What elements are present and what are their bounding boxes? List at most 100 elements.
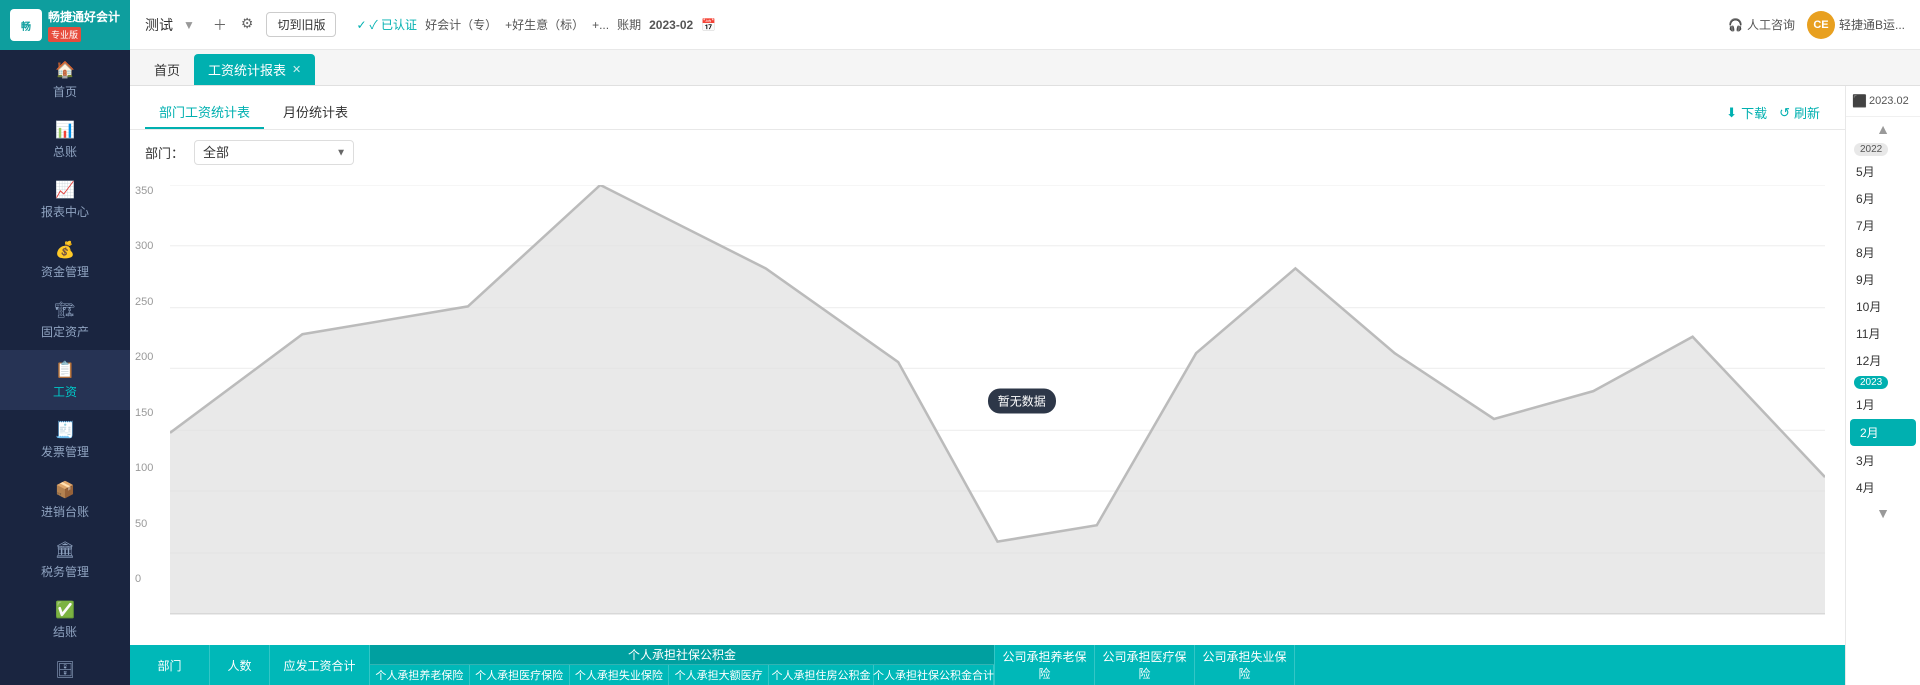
sidebar-label-salary: 工资 <box>53 383 77 400</box>
table-col-部门: 部门 <box>130 645 210 685</box>
right-date-panel: ⬛ 2023.02 ▲ 2022 5月6月7月8月9月10月11月12月 2023 1… <box>1845 86 1920 685</box>
tab-salary-report[interactable]: 工资统计报表 ✕ <box>194 54 315 85</box>
add-icon[interactable]: ＋ <box>210 12 230 38</box>
year-2023-badge: 2023 <box>1854 376 1888 389</box>
logo-badge: 专业版 <box>48 27 81 42</box>
user-name: 轻捷通B运... <box>1839 16 1905 33</box>
month-item[interactable]: 11月 <box>1846 320 1920 347</box>
user-menu[interactable]: CE 轻捷通B运... <box>1807 11 1905 39</box>
sidebar-icon-archive: 🗄 <box>55 660 75 680</box>
group-col-个人承担社保公积金合计: 个人承担社保公积金合计 <box>874 665 994 685</box>
table-col-after-公司承担养老保险: 公司承担养老保险 <box>995 645 1095 685</box>
group-col-个人承担住房公积金: 个人承担住房公积金 <box>769 665 874 685</box>
header-actions: ⬇ 下载 ↺ 刷新 <box>1726 96 1830 129</box>
group-col-个人承担医疗保险: 个人承担医疗保险 <box>470 665 570 685</box>
sidebar-logo: 畅 畅捷通好会计 专业版 <box>0 0 130 50</box>
date-panel-header: ⬛ 2023.02 <box>1846 86 1920 117</box>
refresh-icon: ↺ <box>1779 105 1790 121</box>
dept-select-wrapper: 全部财务部销售部人事部技术部 <box>194 140 354 165</box>
sidebar-label-reports: 报表中心 <box>41 203 89 220</box>
more-status: +... <box>592 18 609 32</box>
topbar-arrow[interactable]: ▼ <box>183 18 195 32</box>
sidebar: 畅 畅捷通好会计 专业版 🏠 首页 📊总账 📈 报表中心 💰资金管理🏗固定资产📋工资🧾发票… <box>0 0 130 685</box>
download-button[interactable]: ⬇ 下载 <box>1726 103 1767 122</box>
sidebar-item-reports[interactable]: 📈 报表中心 <box>0 170 130 230</box>
tab-home[interactable]: 首页 <box>140 54 194 85</box>
sub-tab-dept[interactable]: 部门工资统计表 <box>145 96 264 129</box>
calendar-icon[interactable]: 📅 <box>701 18 716 32</box>
dept-filter-label: 部门： <box>145 143 184 162</box>
month-item[interactable]: 4月 <box>1846 474 1920 501</box>
logo-icon: 畅 <box>10 9 42 41</box>
table-col-after-公司承担医疗保险: 公司承担医疗保险 <box>1095 645 1195 685</box>
period-label: 账期 <box>617 16 641 33</box>
y-label: 300 <box>135 240 153 252</box>
sidebar-item-fixed-assets[interactable]: 🏗固定资产 <box>0 290 130 350</box>
month-item[interactable]: 7月 <box>1846 212 1920 239</box>
date-icon: ⬛ <box>1852 94 1867 108</box>
y-label: 350 <box>135 185 153 197</box>
month-item[interactable]: 6月 <box>1846 185 1920 212</box>
month-item[interactable]: 1月 <box>1846 391 1920 418</box>
filter-row: 部门： 全部财务部销售部人事部技术部 <box>130 130 1845 175</box>
sidebar-item-home[interactable]: 🏠 首页 <box>0 50 130 110</box>
account-type: 好会计（专） <box>425 16 497 33</box>
sidebar-item-closing[interactable]: ✅结账 <box>0 590 130 650</box>
sidebar-item-salary[interactable]: 📋工资 <box>0 350 130 410</box>
sidebar-label-tax: 税务管理 <box>41 563 89 580</box>
bottom-table: 部门人数应发工资合计个人承担社保公积金个人承担养老保险个人承担医疗保险个人承担失… <box>130 645 1845 685</box>
year-2022-badge: 2022 <box>1854 143 1888 156</box>
sidebar-label-fund: 资金管理 <box>41 263 89 280</box>
sidebar-item-fund[interactable]: 💰资金管理 <box>0 230 130 290</box>
date-scroll-down[interactable]: ▼ <box>1846 501 1920 525</box>
month-item[interactable]: 8月 <box>1846 239 1920 266</box>
sidebar-icon-closing: ✅ <box>55 600 75 620</box>
main-panel: 部门工资统计表 月份统计表 ⬇ 下载 ↺ 刷新 部门： <box>130 86 1845 685</box>
sidebar-item-general-ledger[interactable]: 📊总账 <box>0 110 130 170</box>
date-months-container: 2022 5月6月7月8月9月10月11月12月 2023 1月2月3月4月 <box>1846 141 1920 501</box>
sidebar-label-general-ledger: 总账 <box>53 143 77 160</box>
table-col-人数: 人数 <box>210 645 270 685</box>
refresh-button[interactable]: ↺ 刷新 <box>1779 103 1820 122</box>
table-col-应发工资合计: 应发工资合计 <box>270 645 370 685</box>
sub-tab-monthly[interactable]: 月份统计表 <box>269 96 362 129</box>
group-col-个人承担养老保险: 个人承担养老保险 <box>370 665 470 685</box>
sidebar-icon-tax: 🏛 <box>55 540 75 560</box>
date-scroll-up[interactable]: ▲ <box>1846 117 1920 141</box>
sidebar-nav: 🏠 首页 📊总账 📈 报表中心 💰资金管理🏗固定资产📋工资🧾发票管理📦进销台账 🏛 税务管理 ✅… <box>0 50 130 685</box>
settings-icon[interactable]: ⚙ <box>238 12 257 38</box>
sidebar-item-archive[interactable]: 🗄归档管理 <box>0 650 130 685</box>
sidebar-item-tax[interactable]: 🏛 税务管理 <box>0 530 130 590</box>
y-label: 50 <box>135 518 153 530</box>
consult-button[interactable]: 🎧 人工咨询 <box>1728 16 1795 33</box>
month-item[interactable]: 3月 <box>1846 447 1920 474</box>
switch-version-button[interactable]: 切到旧版 <box>266 12 336 37</box>
month-item[interactable]: 12月 <box>1846 347 1920 374</box>
topbar-status: ✓ ✓ 已认证 好会计（专） +好生意（标） +... 账期 2023-02 📅 <box>356 16 716 33</box>
sidebar-icon-invoice: 🧾 <box>55 420 75 440</box>
month-item[interactable]: 10月 <box>1846 293 1920 320</box>
sidebar-item-purchase-sales[interactable]: 📦进销台账 <box>0 470 130 530</box>
table-group-individual: 个人承担社保公积金个人承担养老保险个人承担医疗保险个人承担失业保险个人承担大额医… <box>370 645 995 685</box>
y-label: 250 <box>135 296 153 308</box>
sidebar-label-home: 首页 <box>53 83 77 100</box>
y-label: 150 <box>135 407 153 419</box>
current-date: 2023.02 <box>1869 95 1909 107</box>
month-item-active[interactable]: 2月 <box>1850 419 1916 446</box>
sidebar-item-invoice[interactable]: 🧾发票管理 <box>0 410 130 470</box>
group-col-个人承担失业保险: 个人承担失业保险 <box>570 665 670 685</box>
sidebar-icon-fixed-assets: 🏗 <box>55 300 75 320</box>
sidebar-icon-reports: 📈 <box>55 180 75 200</box>
tab-close-icon[interactable]: ✕ <box>292 63 301 76</box>
month-item[interactable]: 9月 <box>1846 266 1920 293</box>
y-label: 100 <box>135 462 153 474</box>
chart-svg <box>170 185 1825 615</box>
user-avatar: CE <box>1807 11 1835 39</box>
table-group-title: 个人承担社保公积金 <box>370 645 994 665</box>
dept-select[interactable]: 全部财务部销售部人事部技术部 <box>194 140 354 165</box>
y-label: 0 <box>135 573 153 585</box>
sidebar-icon-home: 🏠 <box>55 60 75 80</box>
topbar-right: 🎧 人工咨询 CE 轻捷通B运... <box>1728 11 1905 39</box>
month-item[interactable]: 5月 <box>1846 158 1920 185</box>
year-2023: 2023 <box>1846 374 1920 391</box>
